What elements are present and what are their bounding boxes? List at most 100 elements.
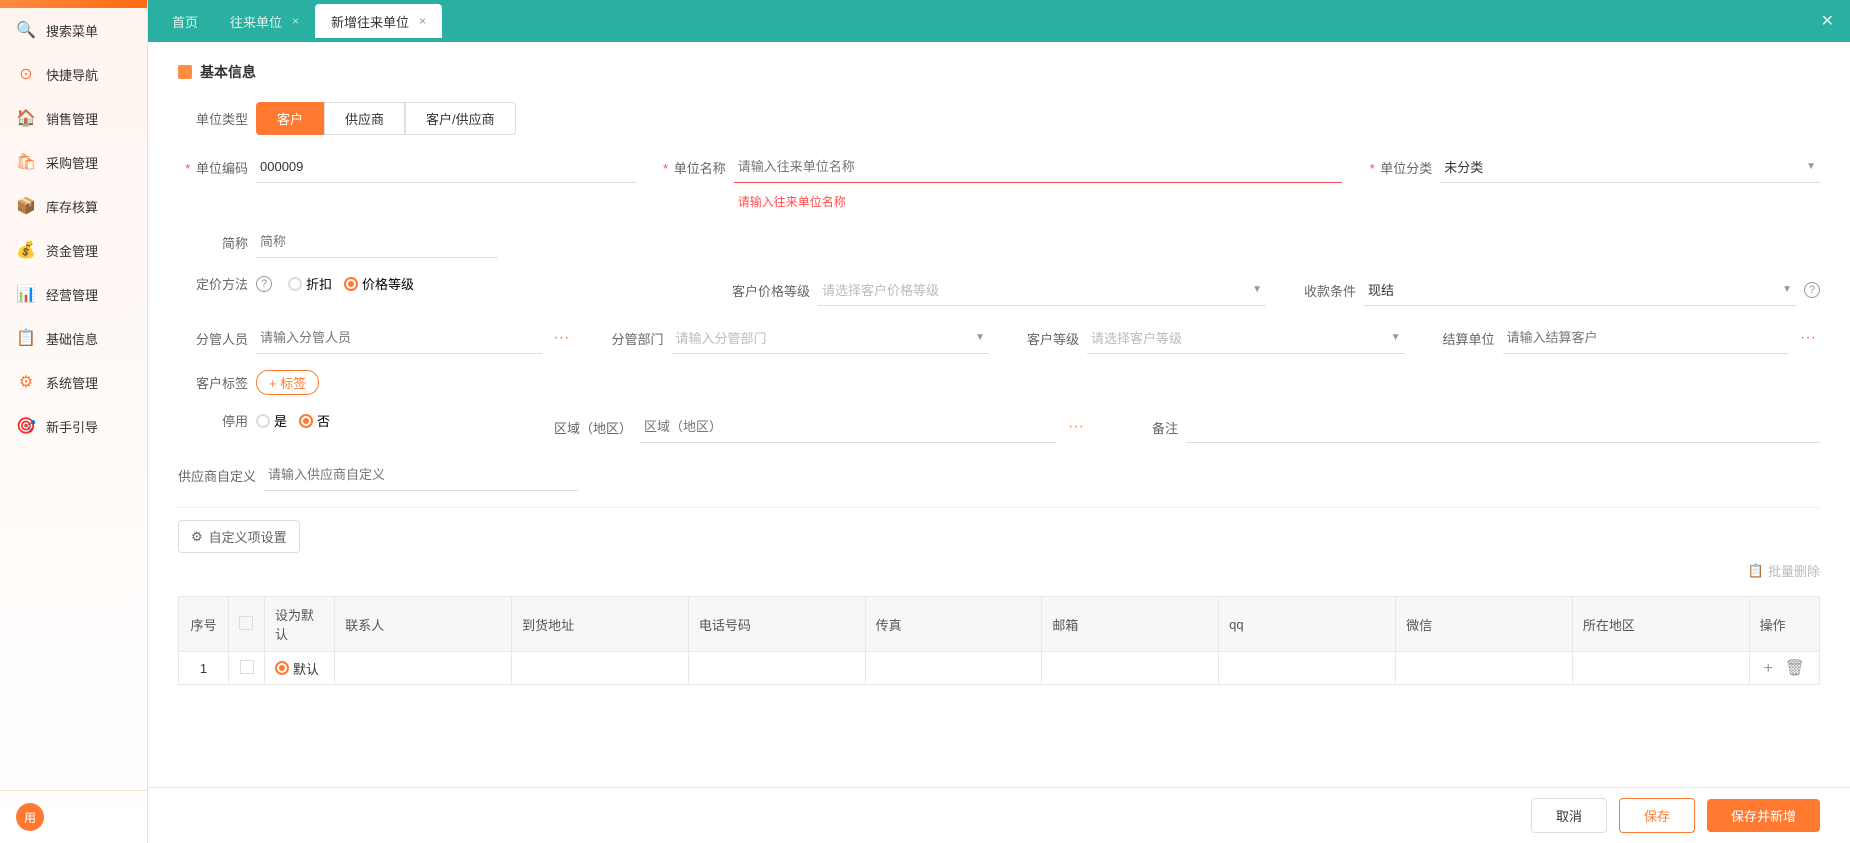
unit-name-input[interactable] [734, 151, 1343, 183]
tab-partners[interactable]: 往来单位 × [214, 4, 315, 38]
sidebar-item-label: 采购管理 [46, 153, 98, 172]
customer-price-level-select[interactable]: 请选择客户价格等级 ▼ [818, 274, 1266, 306]
business-icon: 📊 [16, 284, 36, 304]
unit-category-label: * 单位分类 [1362, 158, 1432, 177]
payment-terms-help-icon[interactable]: ? [1804, 282, 1820, 298]
delete-row-button[interactable]: 🗑 [1781, 658, 1809, 678]
cell-phone[interactable] [688, 652, 865, 685]
wechat-input[interactable] [1406, 661, 1562, 676]
manager-ellipsis[interactable]: ··· [550, 329, 574, 347]
sidebar-item-finance[interactable]: 💰 资金管理 [0, 228, 147, 272]
radio-discount[interactable]: 折扣 [288, 274, 332, 293]
sidebar-item-system[interactable]: ⚙ 系统管理 [0, 360, 147, 404]
contact-input[interactable] [345, 661, 501, 676]
short-name-input[interactable] [256, 226, 498, 258]
th-check[interactable] [229, 597, 265, 652]
window-close-button[interactable]: ✕ [1813, 7, 1842, 35]
email-input[interactable] [1052, 661, 1208, 676]
region-input[interactable] [640, 411, 1056, 443]
add-row-button[interactable]: + [1760, 660, 1777, 678]
customer-level-select[interactable]: 请选择客户等级 ▼ [1087, 322, 1405, 354]
cell-email[interactable] [1042, 652, 1219, 685]
sidebar-item-business[interactable]: 📊 经营管理 [0, 272, 147, 316]
cell-contact[interactable] [335, 652, 512, 685]
cell-check[interactable] [229, 652, 265, 685]
cell-wechat[interactable] [1396, 652, 1573, 685]
qq-input[interactable] [1229, 661, 1385, 676]
short-name-label: 简称 [178, 233, 248, 252]
settlement-unit-ellipsis[interactable]: ··· [1796, 329, 1820, 347]
unit-code-input[interactable] [256, 151, 636, 183]
cell-fax[interactable] [865, 652, 1042, 685]
settlement-unit-input[interactable] [1503, 322, 1789, 354]
save-new-button[interactable]: 保存并新增 [1707, 799, 1820, 832]
row-checkbox[interactable] [240, 660, 254, 674]
pricing-method-field: 定价方法 ? 折扣 价格等级 [178, 274, 712, 293]
tab-new-partner[interactable]: 新增往来单位 × [315, 4, 442, 38]
batch-delete-label[interactable]: 批量删除 [1768, 561, 1820, 580]
th-wechat: 微信 [1396, 597, 1573, 652]
unit-type-label: 单位类型 [178, 109, 248, 128]
search-icon: 🔍 [16, 20, 36, 40]
manager-input[interactable] [256, 322, 542, 354]
sidebar-item-search[interactable]: 🔍 搜索菜单 [0, 8, 147, 52]
radio-price-level[interactable]: 价格等级 [344, 274, 414, 293]
pricing-help-icon[interactable]: ? [256, 276, 272, 292]
tab-partners-label: 往来单位 [230, 12, 282, 31]
sidebar-item-label: 新手引导 [46, 417, 98, 436]
cell-area[interactable] [1572, 652, 1749, 685]
sidebar-item-basic[interactable]: 📋 基础信息 [0, 316, 147, 360]
tab-new-partner-close[interactable]: × [419, 15, 426, 27]
radio-disabled-no[interactable]: 否 [299, 411, 330, 430]
sidebar-item-label: 销售管理 [46, 109, 98, 128]
customer-level-placeholder: 请选择客户等级 [1091, 328, 1387, 347]
inventory-icon: 📦 [16, 196, 36, 216]
tab-partners-close[interactable]: × [292, 15, 299, 27]
cancel-button[interactable]: 取消 [1531, 798, 1607, 833]
area-input[interactable] [1583, 661, 1739, 676]
disabled-label: 停用 [178, 411, 248, 430]
sidebar-item-inventory[interactable]: 📦 库存核算 [0, 184, 147, 228]
disabled-field: 停用 是 否 [178, 411, 534, 430]
fax-input[interactable] [876, 661, 1032, 676]
cell-seq: 1 [179, 652, 229, 685]
supplier-custom-input[interactable] [264, 459, 578, 491]
phone-input[interactable] [699, 661, 855, 676]
sidebar-item-quick-nav[interactable]: ⊙ 快捷导航 [0, 52, 147, 96]
sidebar-item-guide[interactable]: 🎯 新手引导 [0, 404, 147, 448]
unit-type-row: 单位类型 客户 供应商 客户/供应商 [178, 102, 1820, 135]
save-button[interactable]: 保存 [1619, 798, 1695, 833]
remarks-input[interactable] [1186, 411, 1820, 443]
header-checkbox[interactable] [239, 616, 253, 630]
unit-btn-customer[interactable]: 客户 [256, 102, 324, 135]
unit-btn-supplier[interactable]: 供应商 [324, 102, 405, 135]
gear-icon: ⚙ [191, 529, 203, 545]
cell-qq[interactable] [1219, 652, 1396, 685]
payment-terms-select[interactable]: 现结 ▼ [1364, 274, 1796, 306]
radio-disabled-yes[interactable]: 是 [256, 411, 287, 430]
unit-category-select[interactable]: 未分类 ▼ [1440, 151, 1820, 183]
sidebar-item-purchase[interactable]: 🛍 采购管理 [0, 140, 147, 184]
tab-home[interactable]: 首页 [156, 4, 214, 38]
cell-address[interactable] [512, 652, 689, 685]
sidebar-item-sales[interactable]: 🏠 销售管理 [0, 96, 147, 140]
unit-btn-both[interactable]: 客户/供应商 [405, 102, 516, 135]
department-select[interactable]: 请输入分管部门 ▼ [672, 322, 990, 354]
address-input[interactable] [522, 661, 678, 676]
section-title-label: 基本信息 [200, 62, 256, 82]
sidebar-top-accent [0, 0, 147, 8]
default-radio[interactable]: 默认 [275, 659, 324, 678]
unit-category-value: 未分类 [1444, 157, 1802, 176]
region-ellipsis[interactable]: ··· [1064, 418, 1088, 436]
main-area: 首页 往来单位 × 新增往来单位 × ✕ 基本信息 单位类型 客户 供应商 客户… [148, 0, 1850, 843]
tab-home-label: 首页 [172, 12, 198, 31]
avatar: 用 [16, 803, 44, 831]
payment-terms-label: 收款条件 [1286, 281, 1356, 300]
add-tag-button[interactable]: + 标签 [256, 370, 319, 395]
customer-tags-label: 客户标签 [178, 373, 248, 392]
sidebar-item-label: 系统管理 [46, 373, 98, 392]
sidebar-bottom: 用 [0, 790, 147, 843]
cell-default: 默认 [265, 652, 335, 685]
custom-settings-button[interactable]: ⚙ 自定义项设置 [178, 520, 300, 553]
batch-delete-icon: 📋 [1748, 563, 1764, 579]
